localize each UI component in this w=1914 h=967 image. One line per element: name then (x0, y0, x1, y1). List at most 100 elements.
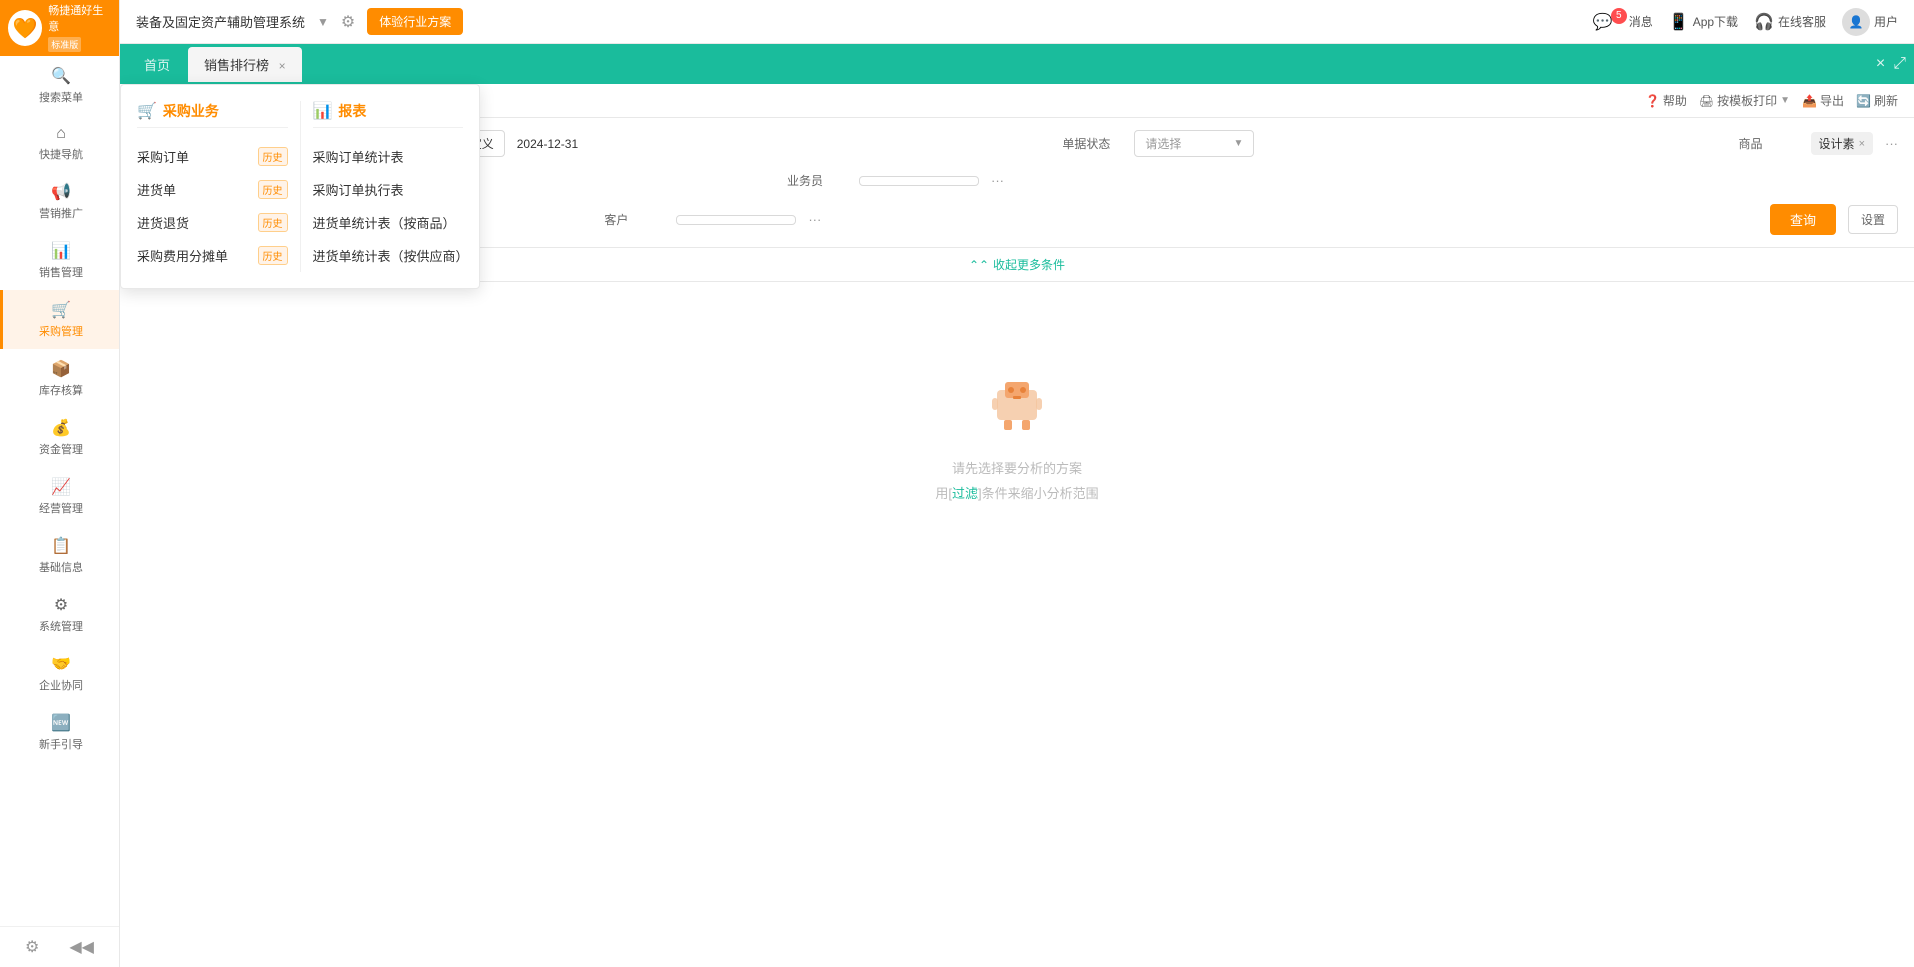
tab-home[interactable]: 首页 (128, 47, 186, 82)
help-icon: ❓ (1645, 94, 1660, 108)
empty-hint-1: 请先选择要分析的方案 (952, 458, 1082, 477)
tab-sales-rank-label: 销售排行榜 (204, 58, 269, 73)
tab-maximize-icon[interactable]: ⤢ (1893, 55, 1906, 73)
sidebar-label-search: 搜索菜单 (39, 89, 83, 105)
sidebar-label-purchase: 采购管理 (39, 323, 83, 339)
notification-label: 消息 (1629, 13, 1653, 30)
sidebar-item-sales[interactable]: 📊 销售管理 (0, 231, 119, 290)
tab-close-window-icon[interactable]: × (1876, 55, 1885, 73)
dropdown-item-order-stats[interactable]: 采购订单统计表 (313, 140, 464, 173)
collapse-up-icon: ⌃⌃ (969, 258, 989, 272)
topbar-settings-icon[interactable]: ⚙ (341, 12, 355, 32)
sidebar-item-finance[interactable]: 💰 资金管理 (0, 408, 119, 467)
online-service-item[interactable]: 🎧 在线客服 (1754, 12, 1826, 32)
industry-btn[interactable]: 体验行业方案 (367, 8, 463, 35)
print-icon: 🖨 (1699, 94, 1714, 108)
dropdown-item-return[interactable]: 进货退货 历史 (137, 206, 288, 239)
app-download-label: App下载 (1693, 13, 1738, 30)
dropdown-item-stock-stats-supplier[interactable]: 进货单统计表（按供应商） (313, 239, 464, 272)
sidebar-label-inventory: 库存核算 (39, 382, 83, 398)
purchase-order-history: 历史 (258, 147, 288, 166)
dropdown-item-purchase-order[interactable]: 采购订单 历史 (137, 140, 288, 173)
app-download-item[interactable]: 📱 App下载 (1669, 12, 1738, 32)
dropdown-item-order-exec[interactable]: 采购订单执行表 (313, 173, 464, 206)
sidebar-icon-sales: 📊 (51, 241, 71, 261)
notification-item[interactable]: 💬 5 消息 (1593, 12, 1653, 32)
dropdown-item-expense[interactable]: 采购费用分摊单 历史 (137, 239, 288, 272)
sidebar-icon-quick-nav: ⌂ (56, 125, 66, 143)
product-filter-dots[interactable]: ··· (1885, 136, 1898, 151)
sidebar-item-inventory[interactable]: 📦 库存核算 (0, 349, 119, 408)
sidebar-item-operations[interactable]: 📈 经营管理 (0, 467, 119, 526)
sidebar-collapse-icon[interactable]: ◀◀ (69, 937, 94, 957)
sidebar: 🧡 畅捷通好生意 标准版 🔍 搜索菜单 ⌂ 快捷导航 📢 营销推广 📊 销售管理… (0, 0, 120, 967)
status-select[interactable]: 请选择 ▼ (1134, 130, 1254, 157)
export-icon: 📤 (1802, 94, 1817, 108)
mobile-icon: 📱 (1669, 12, 1689, 32)
sidebar-label-guide: 新手引导 (39, 736, 83, 752)
sidebar-icon-base-info: 📋 (51, 536, 71, 556)
customer-select[interactable] (676, 215, 796, 225)
notification-count: 5 (1611, 8, 1627, 24)
sidebar-label-marketing: 营销推广 (39, 205, 83, 221)
sidebar-icon-operations: 📈 (51, 477, 71, 497)
sidebar-icon-system: ⚙ (54, 595, 68, 615)
customer-dots[interactable]: ··· (808, 212, 821, 227)
print-item[interactable]: 🖨 按模板打印 ▼ (1699, 92, 1790, 109)
sidebar-item-base-info[interactable]: 📋 基础信息 (0, 526, 119, 585)
purchase-order-label: 采购订单 (137, 147, 189, 166)
user-item[interactable]: 👤 用户 (1842, 8, 1898, 36)
sidebar-item-system[interactable]: ⚙ 系统管理 (0, 585, 119, 644)
tabbar: 首页 销售排行榜 × × ⤢ (120, 44, 1914, 84)
sidebar-item-quick-nav[interactable]: ⌂ 快捷导航 (0, 115, 119, 172)
dropdown-item-stock-stats-product[interactable]: 进货单统计表（按商品） (313, 206, 464, 239)
product-tag: 设计素 × (1811, 132, 1873, 155)
sidebar-item-purchase[interactable]: 🛒 采购管理 (0, 290, 119, 349)
settings-button[interactable]: 设置 (1848, 205, 1898, 234)
export-item[interactable]: 📤 导出 (1802, 92, 1844, 109)
app-logo-icon: 🧡 (8, 10, 42, 46)
report-section-icon: 📊 (313, 101, 333, 121)
purchase-dropdown-menu: 🛒 采购业务 采购订单 历史 进货单 历史 进货退货 历史 采购费用分摊单 (120, 84, 480, 289)
dropdown-divider (300, 101, 301, 272)
sidebar-item-search[interactable]: 🔍 搜索菜单 (0, 56, 119, 115)
dropdown-purchase-title: 🛒 采购业务 (137, 101, 288, 128)
order-stats-label: 采购订单统计表 (313, 147, 404, 166)
query-button[interactable]: 查询 (1770, 204, 1836, 235)
sidebar-item-guide[interactable]: 🆕 新手引导 (0, 703, 119, 762)
status-filter-label: 单据状态 (1062, 135, 1122, 152)
sidebar-item-enterprise[interactable]: 🤝 企业协同 (0, 644, 119, 703)
dropdown-report-title: 📊 报表 (313, 101, 464, 128)
sidebar-label-enterprise: 企业协同 (39, 677, 83, 693)
stock-in-label: 进货单 (137, 180, 176, 199)
product-tag-value: 设计素 (1819, 135, 1855, 152)
salesperson-dots[interactable]: ··· (991, 173, 1004, 188)
topbar-dropdown-arrow[interactable]: ▼ (317, 15, 329, 29)
sidebar-label-base-info: 基础信息 (39, 559, 83, 575)
empty-illustration (977, 362, 1057, 442)
sidebar-icon-search: 🔍 (51, 66, 71, 86)
product-tag-remove[interactable]: × (1859, 138, 1865, 150)
sidebar-label-quick-nav: 快捷导航 (39, 146, 83, 162)
return-history: 历史 (258, 213, 288, 232)
help-item[interactable]: ❓ 帮助 (1645, 92, 1687, 109)
stock-stats-supplier-label: 进货单统计表（按供应商） (313, 246, 464, 265)
sidebar-item-marketing[interactable]: 📢 营销推广 (0, 172, 119, 231)
dropdown-item-stock-in[interactable]: 进货单 历史 (137, 173, 288, 206)
sidebar-nav: 🔍 搜索菜单 ⌂ 快捷导航 📢 营销推广 📊 销售管理 🛒 采购管理 📦 库存核… (0, 56, 119, 926)
app-badge: 标准版 (48, 37, 81, 52)
sidebar-settings-icon[interactable]: ⚙ (25, 937, 39, 957)
tab-sales-rank[interactable]: 销售排行榜 × (188, 47, 302, 82)
sidebar-icon-purchase: 🛒 (51, 300, 71, 320)
sidebar-bottom: ⚙ ◀◀ (0, 926, 119, 967)
user-label: 用户 (1874, 13, 1898, 30)
tabbar-actions: × ⤢ (1876, 55, 1906, 73)
system-title: 装备及固定资产辅助管理系统 (136, 12, 305, 31)
print-dropdown-arrow[interactable]: ▼ (1780, 95, 1790, 106)
collapse-label: 收起更多条件 (993, 256, 1065, 273)
tab-close-icon[interactable]: × (279, 59, 286, 73)
refresh-item[interactable]: 🔄 刷新 (1856, 92, 1898, 109)
salesperson-select[interactable] (859, 176, 979, 186)
sidebar-label-operations: 经营管理 (39, 500, 83, 516)
return-label: 进货退货 (137, 213, 189, 232)
